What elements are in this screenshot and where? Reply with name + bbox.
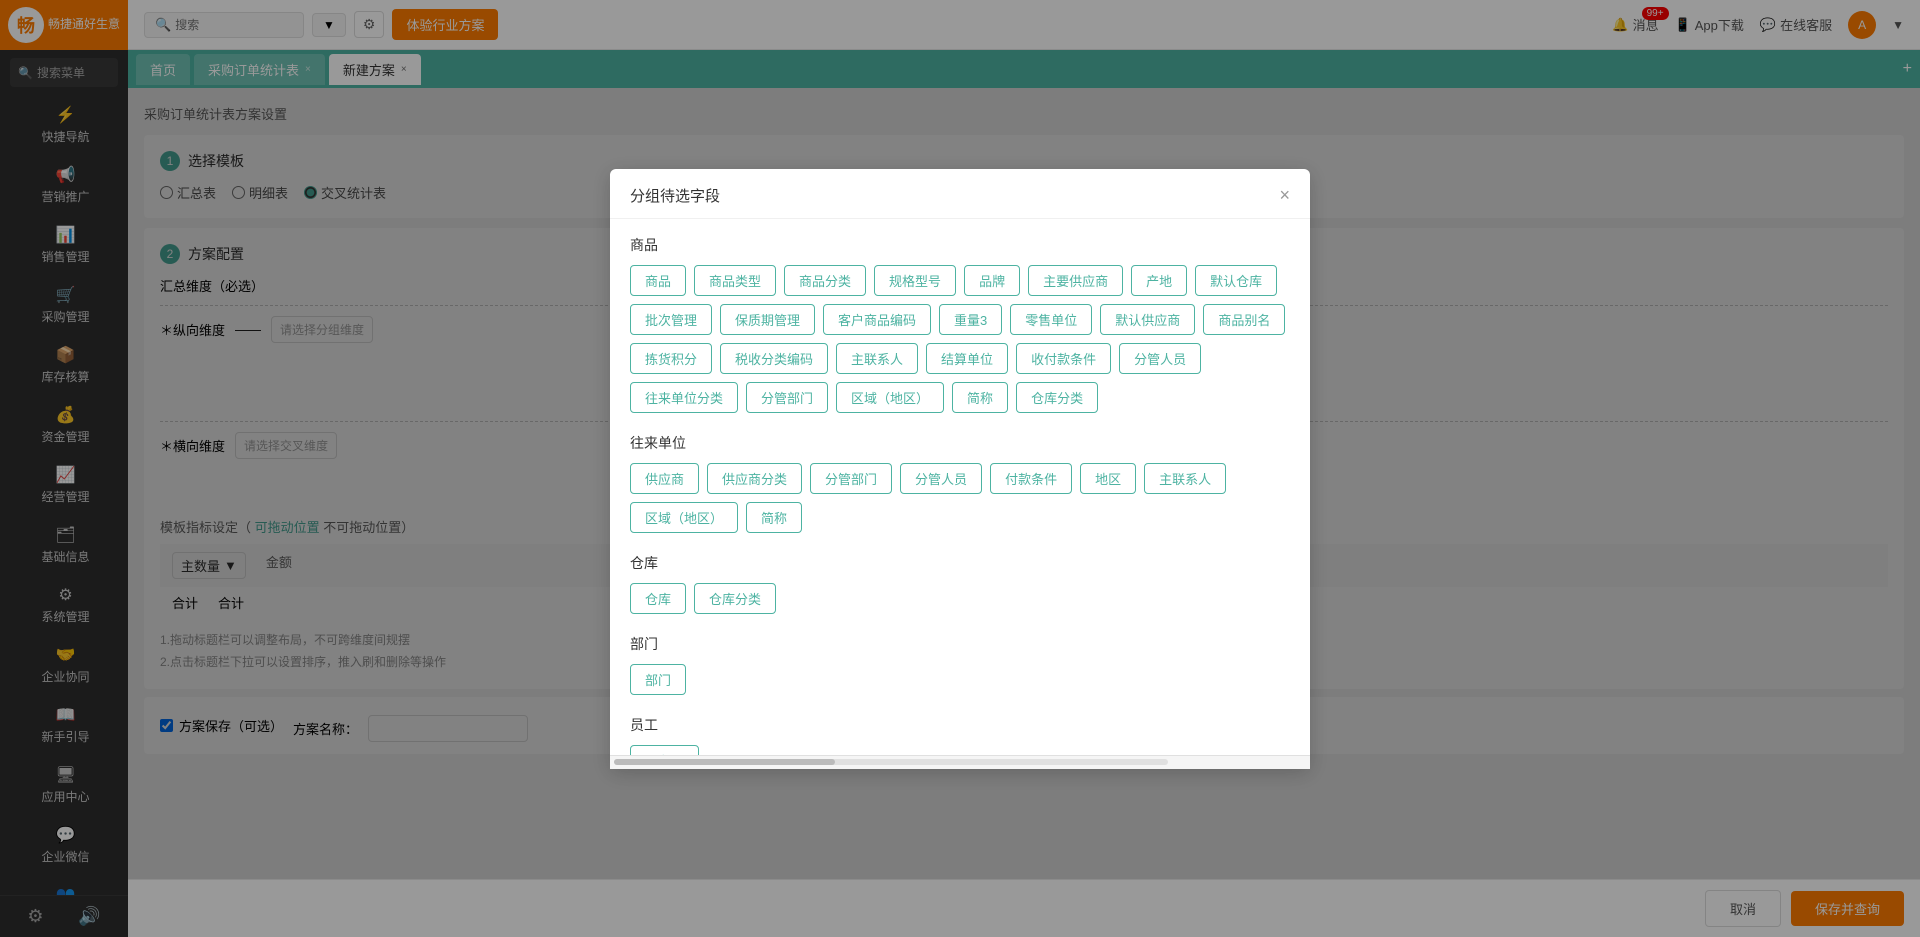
field-tag-batch-mgmt[interactable]: 批次管理 [630, 304, 712, 335]
field-tag-supplier[interactable]: 供应商 [630, 463, 699, 494]
field-tag-supplier-category[interactable]: 供应商分类 [707, 463, 802, 494]
field-group-employee: 员工 业务员 [630, 715, 1290, 756]
field-list-department: 部门 [630, 664, 1290, 695]
field-tag-abbr2[interactable]: 简称 [746, 502, 802, 533]
field-group-warehouse-title: 仓库 [630, 553, 1290, 573]
field-tag-warehouse[interactable]: 仓库 [630, 583, 686, 614]
modal-body[interactable]: 商品 商品 商品类型 商品分类 规格型号 品牌 主要供应商 产地 默认仓库 批次… [610, 219, 1310, 756]
field-list-counterpart: 供应商 供应商分类 分管部门 分管人员 付款条件 地区 主联系人 区域（地区） … [630, 463, 1290, 533]
field-tag-warehouse-cat[interactable]: 仓库分类 [1016, 382, 1098, 413]
field-tag-shelf-life[interactable]: 保质期管理 [720, 304, 815, 335]
field-tag-abbr[interactable]: 简称 [952, 382, 1008, 413]
field-tag-main-contact2[interactable]: 主联系人 [1144, 463, 1226, 494]
field-tag-counterpart-category[interactable]: 往来单位分类 [630, 382, 738, 413]
field-tag-managed-person[interactable]: 分管人员 [900, 463, 982, 494]
field-group-counterpart-title: 往来单位 [630, 433, 1290, 453]
field-tag-goods-category[interactable]: 商品分类 [784, 265, 866, 296]
modal-overlay[interactable]: 分组待选字段 × 商品 商品 商品类型 商品分类 规格型号 品牌 主要供应商 产… [0, 0, 1920, 937]
field-tag-tax-code[interactable]: 税收分类编码 [720, 343, 828, 374]
field-tag-goods[interactable]: 商品 [630, 265, 686, 296]
modal-header: 分组待选字段 × [610, 169, 1310, 219]
field-group-goods: 商品 商品 商品类型 商品分类 规格型号 品牌 主要供应商 产地 默认仓库 批次… [630, 235, 1290, 413]
field-tag-spec-model[interactable]: 规格型号 [874, 265, 956, 296]
field-tag-manager[interactable]: 分管人员 [1119, 343, 1201, 374]
field-tag-department[interactable]: 部门 [630, 664, 686, 695]
field-group-department: 部门 部门 [630, 634, 1290, 695]
field-tag-payment-terms[interactable]: 收付款条件 [1016, 343, 1111, 374]
field-list-warehouse: 仓库 仓库分类 [630, 583, 1290, 614]
field-tag-warehouse-category[interactable]: 仓库分类 [694, 583, 776, 614]
field-tag-payment-condition[interactable]: 付款条件 [990, 463, 1072, 494]
field-group-counterpart: 往来单位 供应商 供应商分类 分管部门 分管人员 付款条件 地区 主联系人 区域… [630, 433, 1290, 533]
field-tag-origin[interactable]: 产地 [1131, 265, 1187, 296]
field-list-goods: 商品 商品类型 商品分类 规格型号 品牌 主要供应商 产地 默认仓库 批次管理 … [630, 265, 1290, 413]
field-tag-dept[interactable]: 分管部门 [746, 382, 828, 413]
field-tag-pick-points[interactable]: 拣货积分 [630, 343, 712, 374]
field-tag-goods-alias[interactable]: 商品别名 [1203, 304, 1285, 335]
field-tag-customer-code[interactable]: 客户商品编码 [823, 304, 931, 335]
field-tag-weight3[interactable]: 重量3 [939, 304, 1002, 335]
field-tag-brand[interactable]: 品牌 [964, 265, 1020, 296]
field-tag-default-supplier[interactable]: 默认供应商 [1100, 304, 1195, 335]
field-tag-area[interactable]: 地区 [1080, 463, 1136, 494]
field-group-warehouse: 仓库 仓库 仓库分类 [630, 553, 1290, 614]
field-tag-settlement-unit[interactable]: 结算单位 [926, 343, 1008, 374]
field-tag-region2[interactable]: 区域（地区） [630, 502, 738, 533]
field-tag-main-contact[interactable]: 主联系人 [836, 343, 918, 374]
modal-close-button[interactable]: × [1279, 185, 1290, 206]
field-list-employee: 业务员 [630, 745, 1290, 756]
field-tag-main-supplier[interactable]: 主要供应商 [1028, 265, 1123, 296]
field-select-modal: 分组待选字段 × 商品 商品 商品类型 商品分类 规格型号 品牌 主要供应商 产… [610, 169, 1310, 769]
modal-title: 分组待选字段 [630, 185, 720, 206]
field-tag-region[interactable]: 区域（地区） [836, 382, 944, 413]
modal-hscrollbar[interactable] [610, 755, 1310, 768]
field-group-goods-title: 商品 [630, 235, 1290, 255]
field-group-department-title: 部门 [630, 634, 1290, 654]
field-tag-retail-unit[interactable]: 零售单位 [1010, 304, 1092, 335]
field-group-employee-title: 员工 [630, 715, 1290, 735]
field-tag-sales-rep[interactable]: 业务员 [630, 745, 699, 756]
field-tag-goods-type[interactable]: 商品类型 [694, 265, 776, 296]
field-tag-managed-dept[interactable]: 分管部门 [810, 463, 892, 494]
field-tag-default-warehouse[interactable]: 默认仓库 [1195, 265, 1277, 296]
